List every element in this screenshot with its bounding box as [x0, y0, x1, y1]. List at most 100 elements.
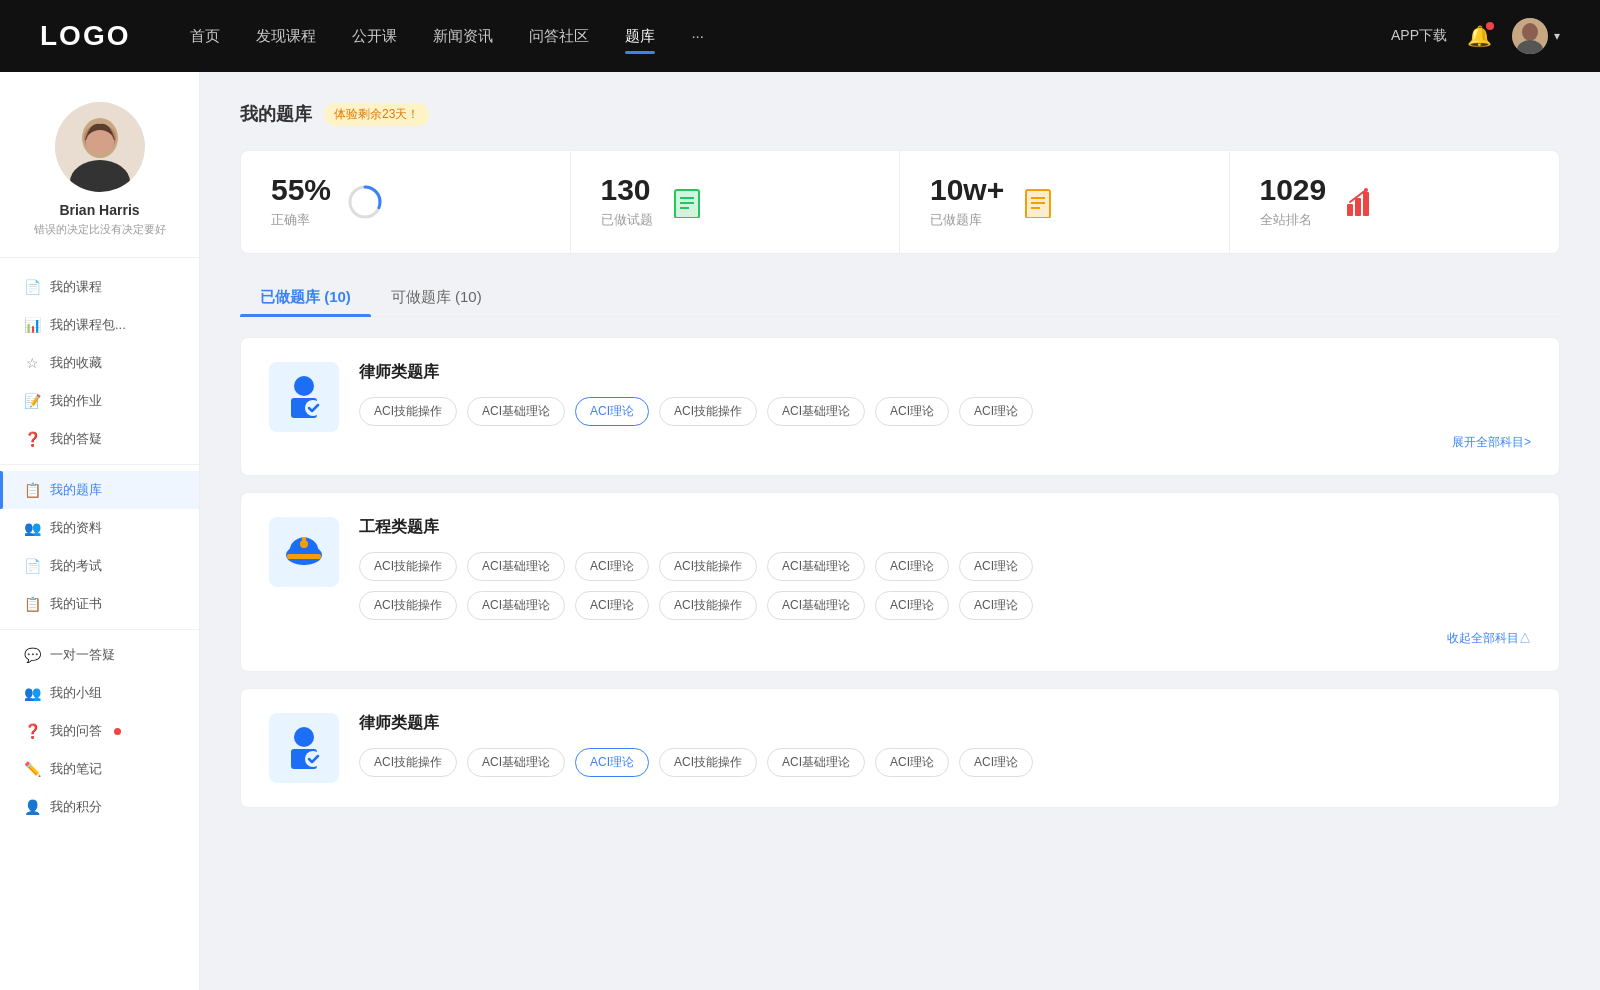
sidebar-menu: 📄 我的课程 📊 我的课程包... ☆ 我的收藏 📝 我的作业 ❓ 我的答疑 � [0, 268, 199, 826]
site-rank-value: 1029 [1260, 175, 1327, 205]
sidebar-item-profile[interactable]: 👥 我的资料 [0, 509, 199, 547]
qbank-card-1: 律师类题库 ACI技能操作 ACI基础理论 ACI理论 ACI技能操作 ACI基… [240, 337, 1560, 476]
svg-rect-21 [1355, 198, 1361, 216]
qbank-1-tag-0[interactable]: ACI技能操作 [359, 397, 457, 426]
done-questions-label: 已做试题 [601, 211, 653, 229]
course-package-icon: 📊 [24, 317, 40, 333]
qbank-3-tag-0[interactable]: ACI技能操作 [359, 748, 457, 777]
sidebar-item-one-on-one[interactable]: 💬 一对一答疑 [0, 636, 199, 674]
main-container: Brian Harris 错误的决定比没有决定要好 📄 我的课程 📊 我的课程包… [0, 72, 1600, 990]
qbank-2-title: 工程类题库 [359, 517, 1531, 538]
qbank-3-tag-1[interactable]: ACI基础理论 [467, 748, 565, 777]
group-icon: 👥 [24, 685, 40, 701]
qbank-1-tag-3[interactable]: ACI技能操作 [659, 397, 757, 426]
notification-bell-icon[interactable]: 🔔 [1467, 24, 1492, 48]
qbank-1-tag-5[interactable]: ACI理论 [875, 397, 949, 426]
sidebar-item-certificate[interactable]: 📋 我的证书 [0, 585, 199, 623]
logo[interactable]: LOGO [40, 20, 130, 52]
sidebar-item-qa[interactable]: ❓ 我的答疑 [0, 420, 199, 458]
sidebar-item-favorites[interactable]: ☆ 我的收藏 [0, 344, 199, 382]
stat-done-questions: 130 已做试题 [571, 151, 901, 253]
qbank-2-r1-tag-4[interactable]: ACI基础理论 [767, 552, 865, 581]
trial-badge: 体验剩余23天！ [324, 103, 429, 126]
qbank-2-r1-tag-5[interactable]: ACI理论 [875, 552, 949, 581]
nav-links: 首页 发现课程 公开课 新闻资讯 问答社区 题库 ··· [190, 23, 1391, 50]
qbank-2-r2-tag-1[interactable]: ACI基础理论 [467, 591, 565, 620]
svg-point-24 [294, 376, 314, 396]
nav-more[interactable]: ··· [691, 23, 704, 50]
qbank-2-r2-tag-3[interactable]: ACI技能操作 [659, 591, 757, 620]
sidebar-profile: Brian Harris 错误的决定比没有决定要好 [0, 102, 199, 258]
qbank-1-tag-4[interactable]: ACI基础理论 [767, 397, 865, 426]
sidebar-item-course[interactable]: 📄 我的课程 [0, 268, 199, 306]
qbank-icon: 📋 [24, 482, 40, 498]
qbank-2-r1-tag-3[interactable]: ACI技能操作 [659, 552, 757, 581]
qbank-1-tag-1[interactable]: ACI基础理论 [467, 397, 565, 426]
qbank-3-icon [269, 713, 339, 783]
page-title: 我的题库 [240, 102, 312, 126]
nav-news[interactable]: 新闻资讯 [433, 23, 493, 50]
svg-rect-28 [287, 554, 321, 559]
qbank-1-tag-6[interactable]: ACI理论 [959, 397, 1033, 426]
qbank-1-expand[interactable]: 展开全部科目> [359, 434, 1531, 451]
sidebar-item-qbank[interactable]: 📋 我的题库 [0, 471, 199, 509]
qbank-2-r2-tag-2[interactable]: ACI理论 [575, 591, 649, 620]
qbank-2-r1-tag-0[interactable]: ACI技能操作 [359, 552, 457, 581]
favorites-icon: ☆ [24, 355, 40, 371]
accuracy-value: 55% [271, 175, 331, 205]
one-on-one-icon: 💬 [24, 647, 40, 663]
qbank-3-tags: ACI技能操作 ACI基础理论 ACI理论 ACI技能操作 ACI基础理论 AC… [359, 748, 1531, 777]
course-icon: 📄 [24, 279, 40, 295]
qbank-2-r2-tag-4[interactable]: ACI基础理论 [767, 591, 865, 620]
sidebar-item-points[interactable]: 👤 我的积分 [0, 788, 199, 826]
sidebar-item-group[interactable]: 👥 我的小组 [0, 674, 199, 712]
qbank-2-r2-tag-0[interactable]: ACI技能操作 [359, 591, 457, 620]
qbank-3-tag-5[interactable]: ACI理论 [875, 748, 949, 777]
accuracy-label: 正确率 [271, 211, 331, 229]
sidebar-item-my-qa[interactable]: ❓ 我的问答 [0, 712, 199, 750]
qbank-2-collapse[interactable]: 收起全部科目△ [359, 630, 1531, 647]
site-rank-icon [1342, 184, 1378, 220]
nav-qa[interactable]: 问答社区 [529, 23, 589, 50]
sidebar-item-course-package[interactable]: 📊 我的课程包... [0, 306, 199, 344]
sidebar-item-exam[interactable]: 📄 我的考试 [0, 547, 199, 585]
nav-open-course[interactable]: 公开课 [352, 23, 397, 50]
qbank-2-r1-tag-1[interactable]: ACI基础理论 [467, 552, 565, 581]
certificate-icon: 📋 [24, 596, 40, 612]
nav-home[interactable]: 首页 [190, 23, 220, 50]
profile-bio: 错误的决定比没有决定要好 [34, 222, 166, 237]
notes-icon: ✏️ [24, 761, 40, 777]
avatar [1512, 18, 1548, 54]
tab-done-banks[interactable]: 已做题库 (10) [240, 278, 371, 317]
qbank-3-tag-4[interactable]: ACI基础理论 [767, 748, 865, 777]
user-avatar-dropdown[interactable]: ▾ [1512, 18, 1560, 54]
tab-available-banks[interactable]: 可做题库 (10) [371, 278, 502, 317]
stat-accuracy: 55% 正确率 [241, 151, 571, 253]
qbank-2-r1-tag-6[interactable]: ACI理论 [959, 552, 1033, 581]
done-banks-icon [1020, 184, 1056, 220]
qbank-1-tag-2[interactable]: ACI理论 [575, 397, 649, 426]
qbank-3-tag-3[interactable]: ACI技能操作 [659, 748, 757, 777]
qa-notification-dot [114, 728, 121, 735]
app-download-link[interactable]: APP下载 [1391, 27, 1447, 45]
qbank-2-r2-tag-5[interactable]: ACI理论 [875, 591, 949, 620]
sidebar: Brian Harris 错误的决定比没有决定要好 📄 我的课程 📊 我的课程包… [0, 72, 200, 990]
qbank-3-tag-2[interactable]: ACI理论 [575, 748, 649, 777]
nav-qbank[interactable]: 题库 [625, 23, 655, 50]
homework-icon: 📝 [24, 393, 40, 409]
qbank-1-icon [269, 362, 339, 432]
svg-rect-30 [302, 537, 306, 547]
svg-point-23 [1364, 188, 1368, 192]
sidebar-item-homework[interactable]: 📝 我的作业 [0, 382, 199, 420]
qbank-card-2: 工程类题库 ACI技能操作 ACI基础理论 ACI理论 ACI技能操作 ACI基… [240, 492, 1560, 672]
qa-icon: ❓ [24, 431, 40, 447]
qbank-2-r2-tag-6[interactable]: ACI理论 [959, 591, 1033, 620]
qbank-card-3: 律师类题库 ACI技能操作 ACI基础理论 ACI理论 ACI技能操作 ACI基… [240, 688, 1560, 808]
stats-row: 55% 正确率 130 已做试题 [240, 150, 1560, 254]
svg-point-26 [305, 400, 321, 416]
nav-discover[interactable]: 发现课程 [256, 23, 316, 50]
qbank-3-tag-6[interactable]: ACI理论 [959, 748, 1033, 777]
sidebar-item-notes[interactable]: ✏️ 我的笔记 [0, 750, 199, 788]
qbank-2-r1-tag-2[interactable]: ACI理论 [575, 552, 649, 581]
profile-icon: 👥 [24, 520, 40, 536]
